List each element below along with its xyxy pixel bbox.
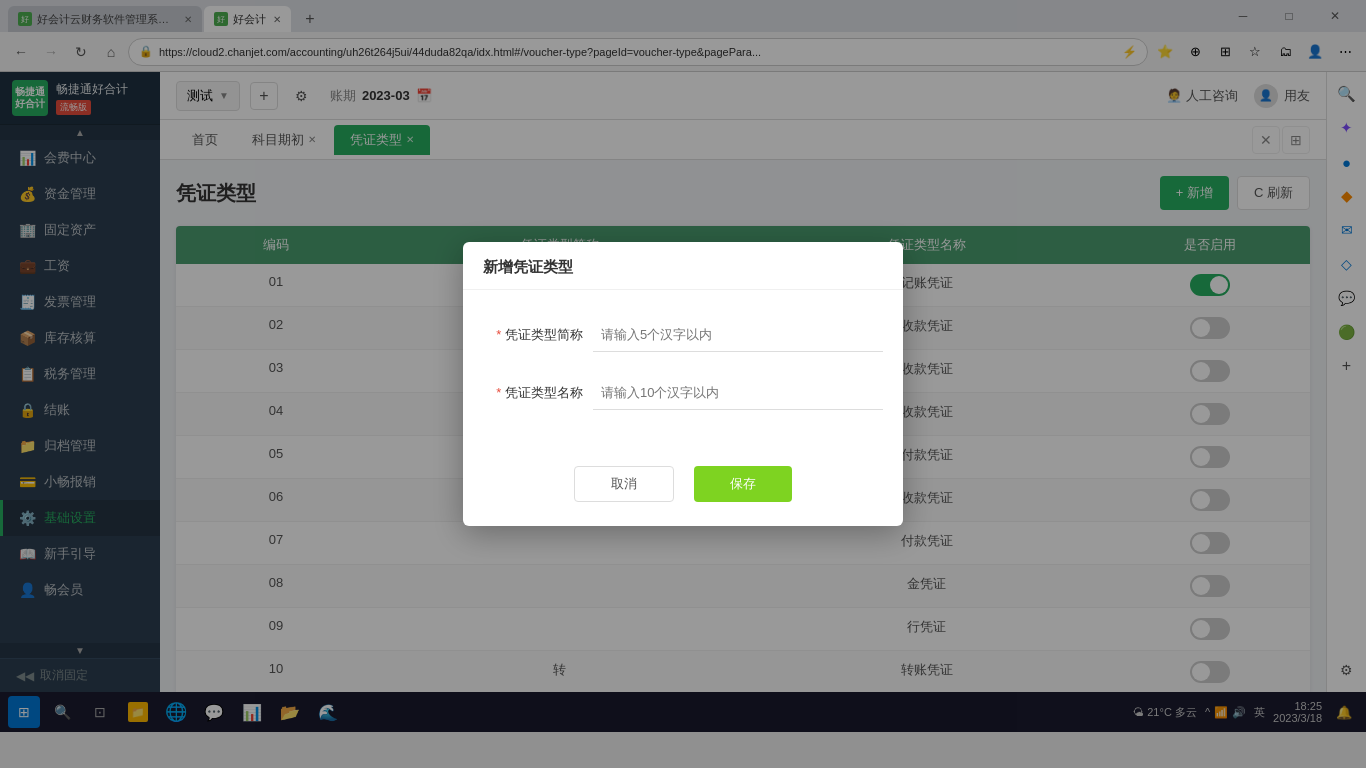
cancel-button[interactable]: 取消 (574, 466, 674, 502)
input-name[interactable] (593, 376, 883, 410)
dialog: 新增凭证类型 * 凭证类型简称 * 凭证类型名称 取消 保存 (463, 242, 903, 526)
form-label-short: * 凭证类型简称 (483, 326, 583, 344)
dialog-title: 新增凭证类型 (483, 258, 573, 277)
form-label-name: * 凭证类型名称 (483, 384, 583, 402)
dialog-header: 新增凭证类型 (463, 242, 903, 290)
required-star-short: * (496, 327, 505, 342)
dialog-footer: 取消 保存 (463, 454, 903, 526)
dialog-body: * 凭证类型简称 * 凭证类型名称 (463, 290, 903, 454)
form-row-name: * 凭证类型名称 (483, 376, 883, 410)
form-row-short: * 凭证类型简称 (483, 318, 883, 352)
dialog-overlay: 新增凭证类型 * 凭证类型简称 * 凭证类型名称 取消 保存 (0, 0, 1366, 768)
required-star-name: * (496, 385, 505, 400)
save-button[interactable]: 保存 (694, 466, 792, 502)
input-short[interactable] (593, 318, 883, 352)
